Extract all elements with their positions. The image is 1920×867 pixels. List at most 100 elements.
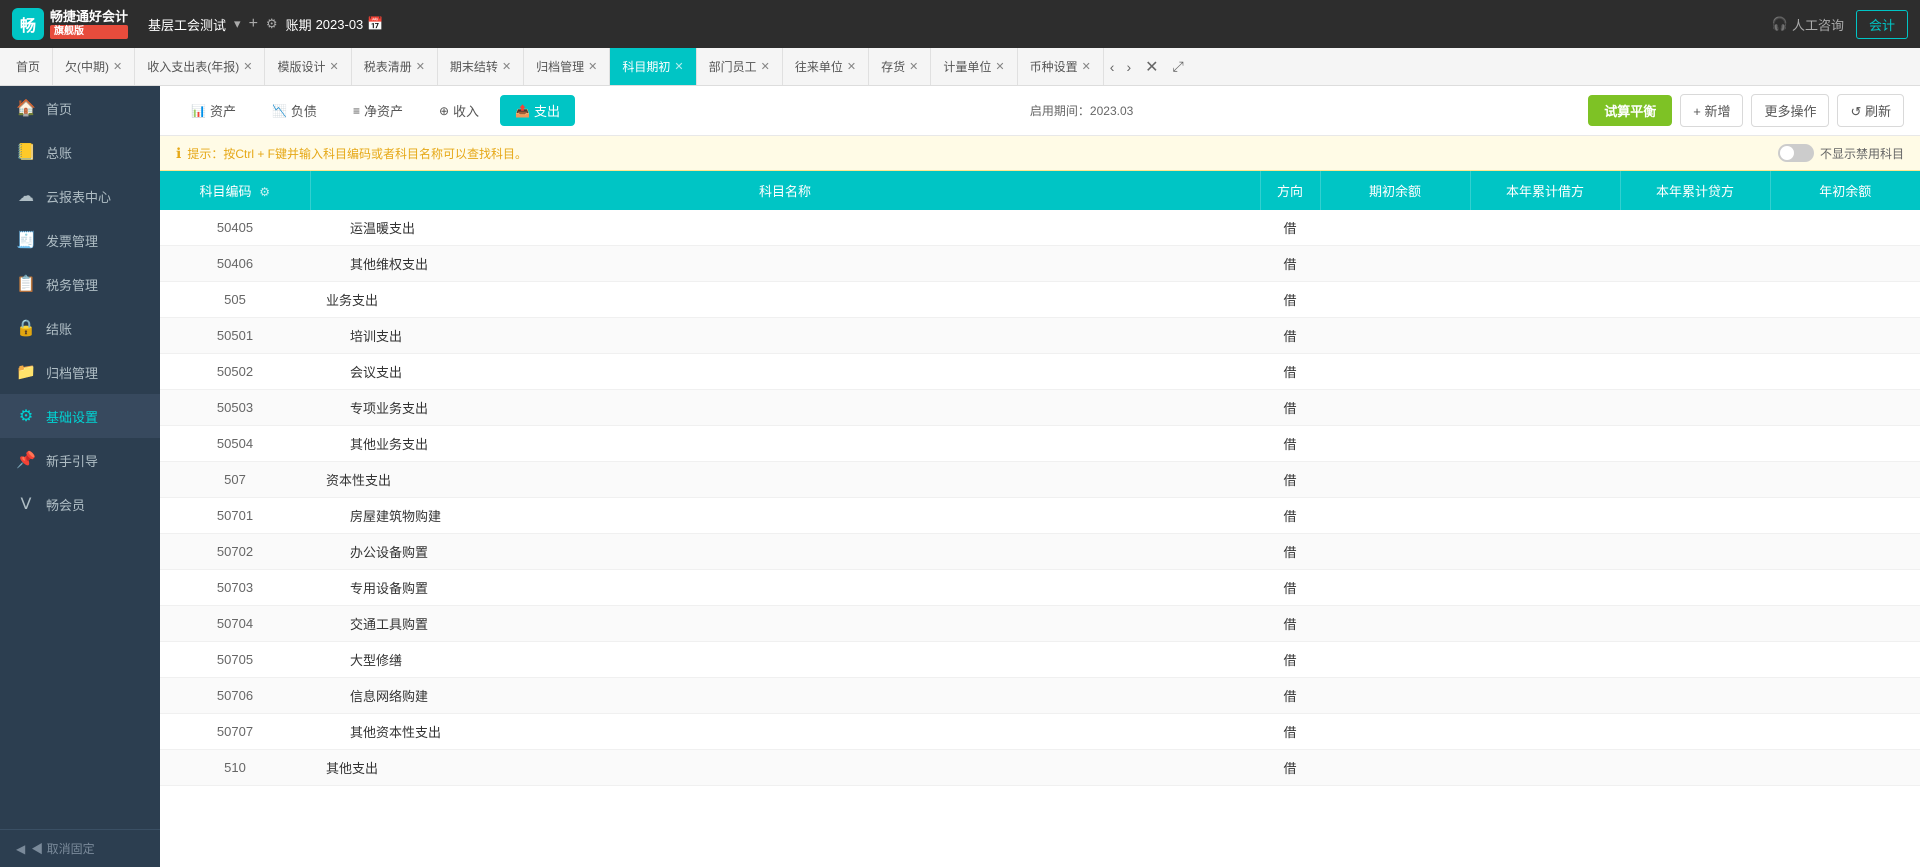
cell-year-debit [1470,426,1620,462]
logo-icon: 畅 [12,8,44,40]
column-settings-icon[interactable]: ⚙ [259,185,270,199]
sidebar-item-report-center[interactable]: ☁ 云报表中心 [0,174,160,218]
tab-close-icon[interactable]: ✕ [588,60,597,73]
cell-direction: 借 [1260,750,1320,786]
tab-close-icon[interactable]: ✕ [847,60,856,73]
tab-balance-mid[interactable]: 欠(中期) ✕ [53,48,135,85]
sub-tab-asset[interactable]: 📊 资产 [176,95,251,126]
toggle-wrapper: 不显示禁用科目 [1778,144,1904,162]
tab-close-all-btn[interactable]: ✕ [1137,57,1166,77]
period-value: 2023-03 [316,17,364,32]
cell-direction: 借 [1260,570,1320,606]
tab-currency[interactable]: 币种设置 ✕ [1018,48,1104,85]
sub-tab-expense[interactable]: 📤 支出 [500,95,575,126]
sidebar-item-archive[interactable]: 📁 归档管理 [0,350,160,394]
trial-balance-button[interactable]: 试算平衡 [1588,95,1672,126]
invoice-icon: 🧾 [16,230,36,250]
customer-service-btn[interactable]: 🎧 人工咨询 [1772,15,1844,34]
settings-icon[interactable]: ⚙ [266,16,278,32]
tab-close-icon[interactable]: ✕ [329,60,338,73]
tab-inventory[interactable]: 存货 ✕ [869,48,931,85]
sidebar-collapse-btn[interactable]: ◀ ◀ 取消固定 [0,829,160,867]
refresh-button[interactable]: ↺ 刷新 [1837,94,1904,127]
tab-tax-clear[interactable]: 税表清册 ✕ [352,48,438,85]
table-row[interactable]: 50405运温暖支出借 [160,210,1920,246]
tab-template[interactable]: 模版设计 ✕ [265,48,351,85]
more-ops-button[interactable]: 更多操作 [1751,94,1829,127]
cell-year-credit [1620,246,1770,282]
disable-toggle[interactable] [1778,144,1814,162]
tab-close-icon[interactable]: ✕ [1082,60,1091,73]
tab-nav-next[interactable]: › [1120,59,1137,75]
table-row[interactable]: 50703专用设备购置借 [160,570,1920,606]
tab-home[interactable]: 首页 [4,48,53,85]
sidebar-item-close[interactable]: 🔒 结账 [0,306,160,350]
sidebar-item-invoice[interactable]: 🧾 发票管理 [0,218,160,262]
cell-year-debit [1470,210,1620,246]
tab-close-icon[interactable]: ✕ [502,60,511,73]
cell-year-credit [1620,462,1770,498]
table-row[interactable]: 507资本性支出借 [160,462,1920,498]
table-row[interactable]: 50706信息网络购建借 [160,678,1920,714]
tab-contacts[interactable]: 往来单位 ✕ [783,48,869,85]
table-row[interactable]: 50707其他资本性支出借 [160,714,1920,750]
cell-year-credit [1620,534,1770,570]
tab-close-icon[interactable]: ✕ [761,60,770,73]
tab-income-annual[interactable]: 收入支出表(年报) ✕ [135,48,265,85]
tab-close-icon[interactable]: ✕ [416,60,425,73]
tab-close-icon[interactable]: ✕ [674,60,683,73]
cell-year-credit [1620,570,1770,606]
sidebar-label-ledger: 总账 [46,143,72,162]
sidebar-item-member[interactable]: Ⅴ 畅会员 [0,482,160,526]
table-row[interactable]: 50704交通工具购置借 [160,606,1920,642]
tab-close-icon[interactable]: ✕ [113,60,122,73]
table-row[interactable]: 50702办公设备购置借 [160,534,1920,570]
account-button[interactable]: 会计 [1856,10,1908,39]
tab-archive-mgmt[interactable]: 归档管理 ✕ [524,48,610,85]
sub-tab-income[interactable]: ⊕ 收入 [424,95,494,126]
calendar-icon[interactable]: 📅 [367,16,383,32]
sub-tab-net-asset[interactable]: ≡ 净资产 [338,95,418,126]
cell-year-credit [1620,678,1770,714]
sidebar-item-ledger[interactable]: 📒 总账 [0,130,160,174]
cell-year-balance [1770,606,1920,642]
sidebar-label-report: 云报表中心 [46,187,111,206]
sidebar-item-settings[interactable]: ⚙ 基础设置 [0,394,160,438]
tab-period-end[interactable]: 期末结转 ✕ [438,48,524,85]
tab-expand-btn[interactable]: ⤢ [1167,58,1190,75]
tab-nav-prev[interactable]: ‹ [1104,59,1121,75]
table-row[interactable]: 505业务支出借 [160,282,1920,318]
table-row[interactable]: 50701房屋建筑物购建借 [160,498,1920,534]
tab-close-icon[interactable]: ✕ [909,60,918,73]
sidebar-item-tax[interactable]: 📋 税务管理 [0,262,160,306]
cell-name: 办公设备购置 [310,534,1260,570]
cell-code: 50503 [160,390,310,426]
sidebar-item-home[interactable]: 🏠 首页 [0,86,160,130]
table-row[interactable]: 50504其他业务支出借 [160,426,1920,462]
cell-direction: 借 [1260,714,1320,750]
cell-code: 50406 [160,246,310,282]
table-row[interactable]: 50406其他维权支出借 [160,246,1920,282]
company-dropdown-icon[interactable]: ▾ [234,16,241,32]
period-label: 账期 [286,15,312,34]
table-row[interactable]: 50503专项业务支出借 [160,390,1920,426]
cell-code: 50504 [160,426,310,462]
table-row[interactable]: 50705大型修缮借 [160,642,1920,678]
table-row[interactable]: 50502会议支出借 [160,354,1920,390]
tab-close-icon[interactable]: ✕ [243,60,252,73]
cell-name: 专用设备购置 [310,570,1260,606]
cell-year-debit [1470,678,1620,714]
table-row[interactable]: 510其他支出借 [160,750,1920,786]
add-button[interactable]: + 新增 [1680,94,1743,127]
cell-direction: 借 [1260,462,1320,498]
company-name: 基层工会测试 [148,15,226,34]
cell-year-balance [1770,426,1920,462]
tab-unit-measure[interactable]: 计量单位 ✕ [931,48,1017,85]
tab-subject-init[interactable]: 科目期初 ✕ [610,48,696,85]
table-row[interactable]: 50501培训支出借 [160,318,1920,354]
tab-dept-employee[interactable]: 部门员工 ✕ [697,48,783,85]
tab-close-icon[interactable]: ✕ [995,60,1004,73]
sub-tab-liability[interactable]: 📉 负债 [257,95,332,126]
sidebar-item-guide[interactable]: 📌 新手引导 [0,438,160,482]
add-tab-icon[interactable]: + [249,15,258,33]
